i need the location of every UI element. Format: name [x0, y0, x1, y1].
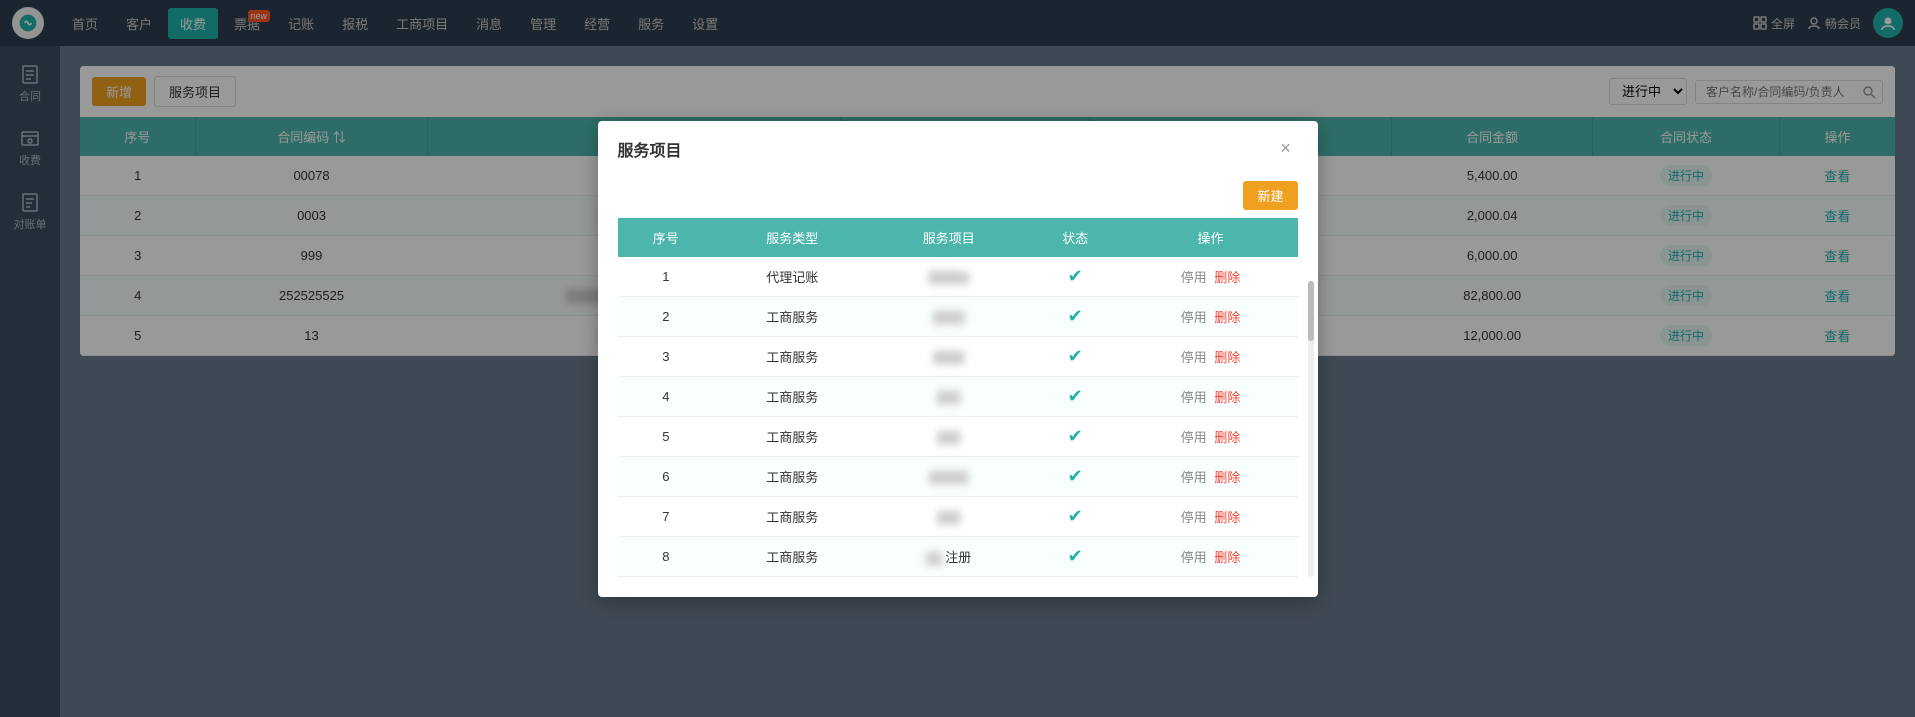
- modal-new-button[interactable]: 新建: [1243, 181, 1297, 210]
- scrollbar-thumb[interactable]: [1308, 281, 1314, 341]
- list-item: 3 工商服务 ████ ✔ 停用 删除: [618, 336, 1298, 376]
- delete-btn-4[interactable]: 删除: [1214, 390, 1240, 405]
- modal-toolbar: 新建: [598, 173, 1318, 218]
- delete-btn-8[interactable]: 删除: [1214, 550, 1240, 565]
- scrollbar-track[interactable]: [1308, 281, 1314, 577]
- modal-col-type: 服务类型: [714, 218, 870, 257]
- status-active-icon: ✔: [1068, 506, 1083, 526]
- status-active-icon: ✔: [1068, 346, 1083, 366]
- status-active-icon: ✔: [1068, 546, 1083, 566]
- list-item: 2 工商服务 ████ ✔ 停用 删除: [618, 296, 1298, 336]
- delete-btn-6[interactable]: 删除: [1214, 470, 1240, 485]
- delete-btn-1[interactable]: 删除: [1214, 270, 1240, 285]
- modal-body: 序号 服务类型 服务项目 状态 操作 1 代理记账 ████ 1 ✔ 停用: [598, 218, 1318, 597]
- modal-col-actions: 操作: [1124, 218, 1298, 257]
- stop-btn-1[interactable]: 停用: [1181, 270, 1207, 285]
- list-item: 1 代理记账 ████ 1 ✔ 停用 删除: [618, 257, 1298, 297]
- delete-btn-3[interactable]: 删除: [1214, 350, 1240, 365]
- list-item: 5 工商服务 ███ ✔ 停用 删除: [618, 416, 1298, 456]
- service-project-modal: 服务项目 × 新建 序号 服务类型 服务项目 状态 操作: [598, 121, 1318, 597]
- delete-btn-2[interactable]: 删除: [1214, 310, 1240, 325]
- list-item: 7 工商服务 ███ ✔ 停用 删除: [618, 496, 1298, 536]
- status-active-icon: ✔: [1068, 386, 1083, 406]
- stop-btn-7[interactable]: 停用: [1181, 510, 1207, 525]
- stop-btn-8[interactable]: 停用: [1181, 550, 1207, 565]
- modal-col-seq: 序号: [618, 218, 715, 257]
- list-item: 8 工商服务 ██ 注册 ✔ 停用 删除: [618, 536, 1298, 576]
- status-active-icon: ✔: [1068, 306, 1083, 326]
- list-item: 6 工商服务 █████ ✔ 停用 删除: [618, 456, 1298, 496]
- delete-btn-7[interactable]: 删除: [1214, 510, 1240, 525]
- delete-btn-5[interactable]: 删除: [1214, 430, 1240, 445]
- stop-btn-6[interactable]: 停用: [1181, 470, 1207, 485]
- status-active-icon: ✔: [1068, 466, 1083, 486]
- stop-btn-2[interactable]: 停用: [1181, 310, 1207, 325]
- status-active-icon: ✔: [1068, 426, 1083, 446]
- list-item: 4 工商服务 ███ ✔ 停用 删除: [618, 376, 1298, 416]
- modal-close-button[interactable]: ×: [1274, 137, 1298, 161]
- stop-btn-3[interactable]: 停用: [1181, 350, 1207, 365]
- status-active-icon: ✔: [1068, 266, 1083, 286]
- modal-header: 服务项目 ×: [598, 121, 1318, 173]
- stop-btn-5[interactable]: 停用: [1181, 430, 1207, 445]
- service-table: 序号 服务类型 服务项目 状态 操作 1 代理记账 ████ 1 ✔ 停用: [618, 218, 1298, 577]
- stop-btn-4[interactable]: 停用: [1181, 390, 1207, 405]
- modal-col-project: 服务项目: [871, 218, 1027, 257]
- modal-col-status: 状态: [1027, 218, 1124, 257]
- modal-title: 服务项目: [618, 137, 682, 161]
- modal-overlay[interactable]: 服务项目 × 新建 序号 服务类型 服务项目 状态 操作: [0, 0, 1915, 717]
